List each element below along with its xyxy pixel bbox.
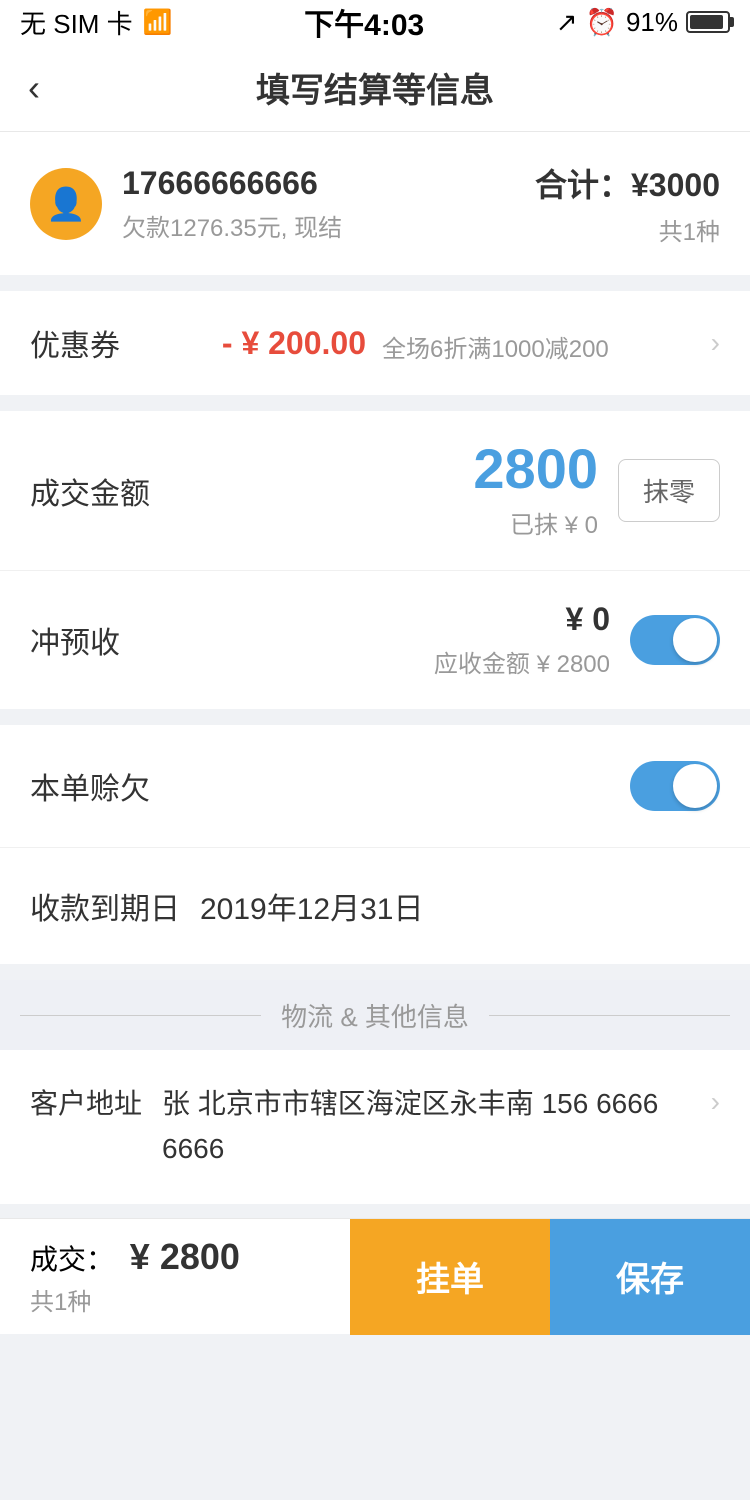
coupon-desc: 全场6折满1000减200 — [382, 329, 609, 364]
prepay-toggle[interactable] — [630, 615, 720, 665]
nav-bar: ‹ 填写结算等信息 — [0, 44, 750, 132]
divider-section: 物流 & 其他信息 — [0, 980, 750, 1050]
total-amount: 合计：¥3000 — [535, 160, 720, 206]
deal-amount-label: 成交金额 — [30, 469, 150, 513]
status-time: 下午4:03 — [304, 0, 424, 44]
divider-text: 物流 & 其他信息 — [281, 997, 469, 1034]
carrier-label: 无 SIM 卡 — [20, 4, 133, 41]
address-label: 客户地址 — [30, 1082, 142, 1122]
avatar: 👤 — [30, 168, 102, 240]
back-button[interactable]: ‹ — [28, 67, 40, 109]
status-left: 无 SIM 卡 📶 — [20, 4, 173, 41]
battery-percentage: 91% — [626, 7, 678, 38]
prepay-sub: 应收金额 ¥ 2800 — [434, 644, 610, 679]
coupon-label: 优惠券 — [30, 321, 120, 365]
round-button[interactable]: 抹零 — [618, 459, 720, 522]
bottom-deal-amount: ¥ 2800 — [130, 1236, 240, 1277]
wifi-icon: 📶 — [143, 8, 173, 37]
coupon-row[interactable]: 优惠券 - ¥ 200.00 全场6折满1000减200 › — [0, 291, 750, 395]
prepay-amount: ¥ 0 — [434, 601, 610, 638]
debt-row: 本单赊欠 — [0, 725, 750, 847]
debt-toggle-knob — [673, 764, 717, 808]
customer-phone: 17666666666 — [122, 165, 342, 202]
bottom-summary: 成交： ¥ 2800 共1种 — [0, 1236, 350, 1317]
status-bar: 无 SIM 卡 📶 下午4:03 ↗ ⏰ 91% — [0, 0, 750, 44]
deal-number: 2800 — [473, 441, 598, 497]
hang-button[interactable]: 挂单 — [350, 1219, 550, 1335]
customer-debt: 欠款1276.35元, 现结 — [122, 208, 342, 243]
divider-line-left — [20, 1015, 261, 1016]
bottom-deal-line: 成交： ¥ 2800 — [30, 1236, 320, 1278]
bottom-deal-label: 成交： — [30, 1244, 114, 1275]
prepay-label: 冲预收 — [30, 618, 120, 662]
debt-section: 本单赊欠 收款到期日 2019年12月31日 — [0, 725, 750, 964]
deal-sub: 已抹 ¥ 0 — [473, 505, 598, 540]
avatar-icon: 👤 — [46, 185, 86, 223]
due-row: 收款到期日 2019年12月31日 — [0, 847, 750, 964]
coupon-section: 优惠券 - ¥ 200.00 全场6折满1000减200 › — [0, 291, 750, 395]
customer-info: 17666666666 欠款1276.35元, 现结 — [122, 165, 342, 243]
alarm-icon: ⏰ — [586, 7, 618, 38]
address-content: 张 北京市市辖区海淀区永丰南 156 6666 6666 — [162, 1082, 691, 1172]
prepay-right: ¥ 0 应收金额 ¥ 2800 — [434, 601, 720, 679]
customer-card: 👤 17666666666 欠款1276.35元, 现结 合计：¥3000 共1… — [0, 132, 750, 275]
status-right: ↗ ⏰ 91% — [556, 7, 730, 38]
due-label: 收款到期日 — [30, 884, 180, 928]
total-count: 共1种 — [535, 212, 720, 247]
coupon-right: - ¥ 200.00 全场6折满1000减200 — [222, 323, 609, 364]
location-icon: ↗ — [556, 7, 578, 38]
coupon-chevron-icon: › — [711, 327, 720, 359]
coupon-amount: - ¥ 200.00 — [222, 325, 366, 362]
customer-left: 👤 17666666666 欠款1276.35元, 现结 — [30, 165, 342, 243]
deal-amount-row: 成交金额 2800 已抹 ¥ 0 抹零 — [0, 411, 750, 571]
address-chevron-icon: › — [711, 1086, 720, 1118]
page-title: 填写结算等信息 — [256, 63, 494, 112]
battery-icon — [686, 11, 730, 33]
customer-right: 合计：¥3000 共1种 — [535, 160, 720, 247]
save-button[interactable]: 保存 — [550, 1219, 750, 1335]
debt-toggle[interactable] — [630, 761, 720, 811]
deal-section: 成交金额 2800 已抹 ¥ 0 抹零 冲预收 ¥ 0 应收金额 ¥ 2800 — [0, 411, 750, 709]
prepay-row: 冲预收 ¥ 0 应收金额 ¥ 2800 — [0, 571, 750, 709]
divider-line-right — [489, 1015, 730, 1016]
toggle-knob — [673, 618, 717, 662]
due-date: 2019年12月31日 — [200, 884, 423, 928]
address-row[interactable]: 客户地址 张 北京市市辖区海淀区永丰南 156 6666 6666 › — [0, 1050, 750, 1204]
bottom-count: 共1种 — [30, 1282, 320, 1317]
bottom-bar: 成交： ¥ 2800 共1种 挂单 保存 — [0, 1218, 750, 1334]
deal-amount-area: 2800 已抹 ¥ 0 抹零 — [473, 441, 720, 540]
debt-label: 本单赊欠 — [30, 764, 150, 808]
